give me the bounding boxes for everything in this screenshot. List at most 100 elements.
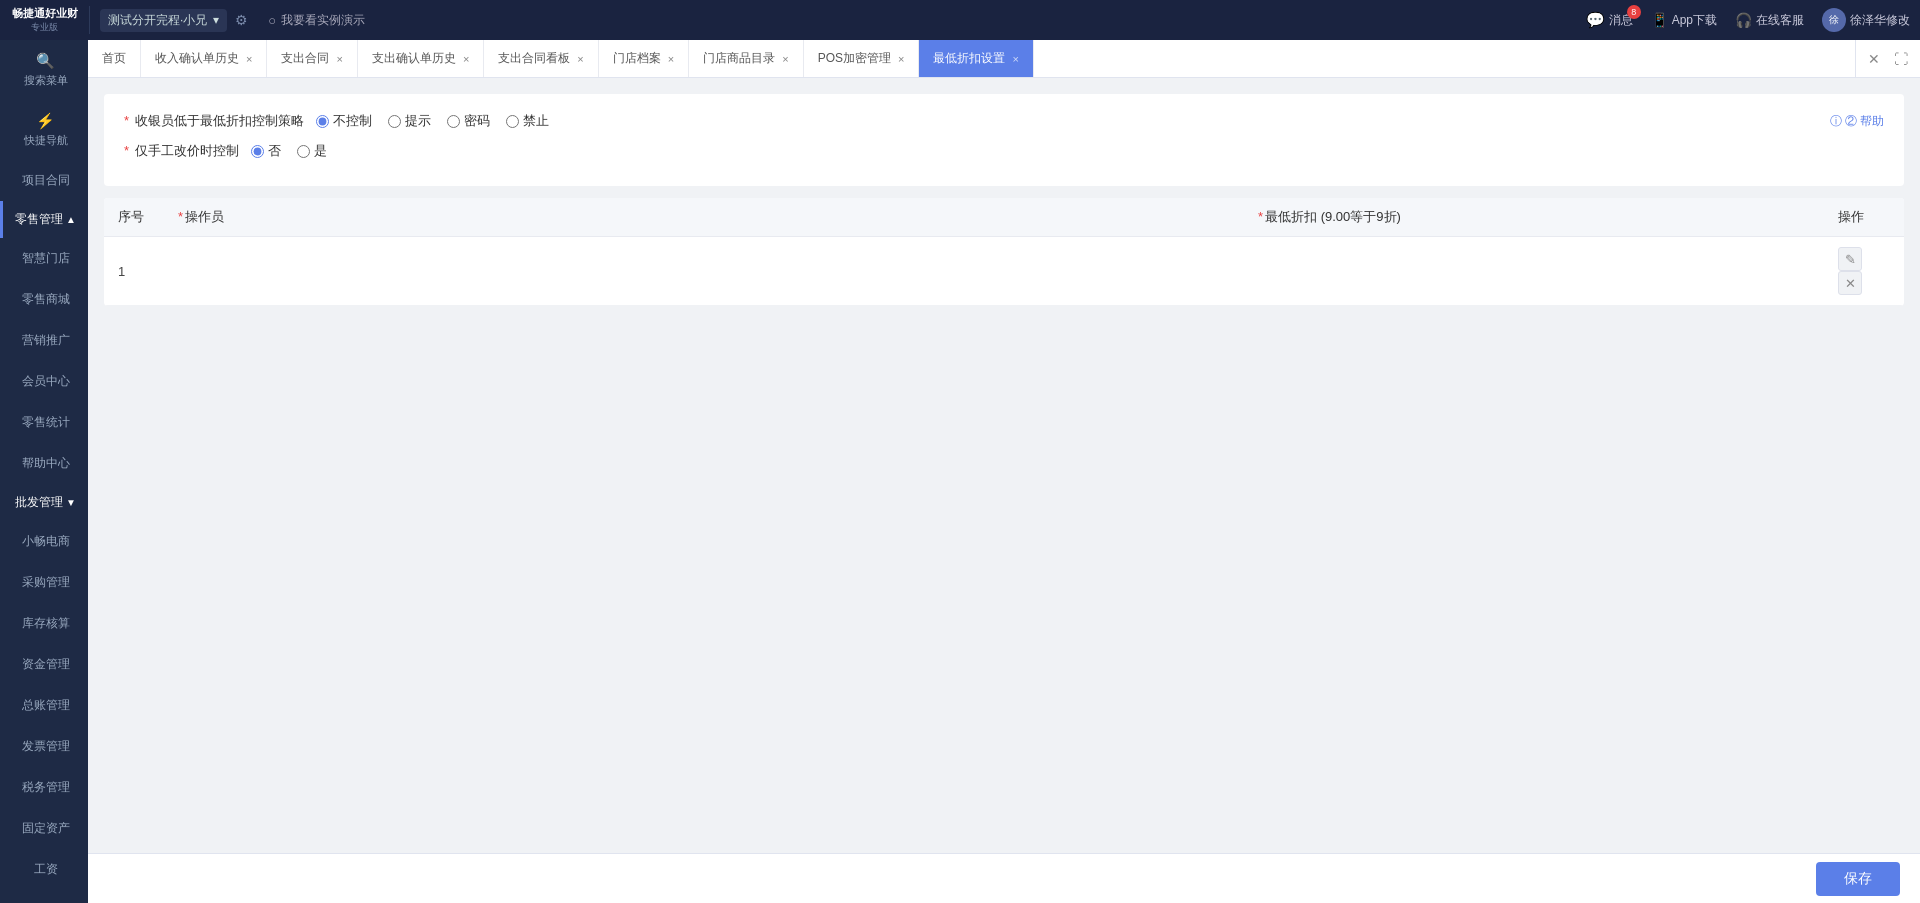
required-mark-2: * xyxy=(124,143,129,158)
message-icon: 💬 xyxy=(1586,11,1605,29)
edit-btn[interactable]: ✎ xyxy=(1838,247,1862,271)
sidebar-item-fund-mgmt[interactable]: 资金管理 xyxy=(0,644,88,685)
cell-operator xyxy=(164,237,1244,306)
cell-seq: 1 xyxy=(104,237,164,306)
radio-yes[interactable]: 是 xyxy=(297,142,327,160)
sidebar-item-retail-mgmt[interactable]: 零售管理 ▲ xyxy=(0,201,88,238)
tab-store-file-label: 门店档案 xyxy=(613,50,661,67)
sidebar-item-inventory[interactable]: 库存核算 xyxy=(0,603,88,644)
tab-store-file[interactable]: 门店档案 × xyxy=(599,40,689,77)
edition-label: 专业版 xyxy=(31,21,58,34)
save-button[interactable]: 保存 xyxy=(1816,862,1900,896)
sidebar-item-search[interactable]: 🔍 搜索菜单 xyxy=(0,40,88,100)
demo-link[interactable]: ○ 我要看实例演示 xyxy=(268,12,365,29)
sidebar-item-purchase-mgmt[interactable]: 采购管理 xyxy=(0,562,88,603)
sidebar-item-marketing[interactable]: 营销推广 xyxy=(0,320,88,361)
main-layout: 🔍 搜索菜单 ⚡ 快捷导航 项目合同 零售管理 ▲ 智慧门店 零售商城 营销推广… xyxy=(0,40,1920,903)
sidebar-item-quick-nav[interactable]: ⚡ 快捷导航 xyxy=(0,100,88,160)
app-download-btn[interactable]: 📱 App下载 xyxy=(1651,12,1717,29)
table-card: 序号 *操作员 *最低折扣 (9.00等于9折) 操作 1 xyxy=(104,198,1904,306)
radio-forbid[interactable]: 禁止 xyxy=(506,112,549,130)
table-header-row: 序号 *操作员 *最低折扣 (9.00等于9折) 操作 xyxy=(104,198,1904,237)
sidebar-item-wholesale-mgmt[interactable]: 批发管理 ▼ xyxy=(0,484,88,521)
tab-min-discount-close[interactable]: × xyxy=(1012,53,1018,65)
sidebar-gear-btn[interactable]: ⚙ xyxy=(0,890,88,903)
field2-radio-group: 否 是 xyxy=(251,142,327,160)
sidebar-item-invoice-mgmt[interactable]: 发票管理 xyxy=(0,726,88,767)
field1-radio-group: 不控制 提示 密码 禁止 xyxy=(316,112,549,130)
col-header-operator: *操作员 xyxy=(164,198,1244,237)
sidebar-item-smart-store[interactable]: 智慧门店 xyxy=(0,238,88,279)
cell-discount xyxy=(1244,237,1824,306)
sidebar-item-project-contract[interactable]: 项目合同 xyxy=(0,160,88,201)
avatar: 徐 xyxy=(1822,8,1846,32)
tab-store-catalog-close[interactable]: × xyxy=(782,53,788,65)
form-card: * 收银员低于最低折扣控制策略 不控制 提示 xyxy=(104,94,1904,186)
tab-expense-history-label: 支出确认单历史 xyxy=(372,50,456,67)
chevron-down-icon: ▾ xyxy=(213,13,219,27)
tab-income-history-label: 收入确认单历史 xyxy=(155,50,239,67)
help-icon: ⓘ xyxy=(1830,113,1842,130)
tab-expense-board-close[interactable]: × xyxy=(577,53,583,65)
logo: 畅捷通好业财 专业版 xyxy=(10,6,90,34)
tab-min-discount-label: 最低折扣设置 xyxy=(933,50,1005,67)
topbar: 畅捷通好业财 专业版 测试分开完程·小兄 ▾ ⚙ ○ 我要看实例演示 💬 消息 … xyxy=(0,0,1920,40)
cell-action: ✎ ✕ xyxy=(1824,237,1904,306)
col-header-seq: 序号 xyxy=(104,198,164,237)
content-area: 首页 收入确认单历史 × 支出合同 × 支出确认单历史 × 支出合同看板 × 门… xyxy=(88,40,1920,903)
required-mark-1: * xyxy=(124,113,129,128)
tab-income-history-close[interactable]: × xyxy=(246,53,252,65)
tab-bar: 首页 收入确认单历史 × 支出合同 × 支出确认单历史 × 支出合同看板 × 门… xyxy=(88,40,1920,78)
phone-icon: 📱 xyxy=(1651,12,1668,28)
user-profile-btn[interactable]: 徐 徐泽华修改 xyxy=(1822,8,1910,32)
tab-expense-board[interactable]: 支出合同看板 × xyxy=(484,40,598,77)
sidebar-item-ecommerce[interactable]: 小畅电商 xyxy=(0,521,88,562)
settings-icon[interactable]: ⚙ xyxy=(235,12,248,28)
sidebar-item-salary[interactable]: 工资 xyxy=(0,849,88,890)
radio-no[interactable]: 否 xyxy=(251,142,281,160)
radio-password[interactable]: 密码 xyxy=(447,112,490,130)
brand-name: 畅捷通好业财 xyxy=(12,6,78,21)
radio-remind[interactable]: 提示 xyxy=(388,112,431,130)
chevron-down-icon: ▼ xyxy=(66,497,76,508)
tab-expense-board-label: 支出合同看板 xyxy=(498,50,570,67)
tab-income-history[interactable]: 收入确认单历史 × xyxy=(141,40,267,77)
sidebar-item-ledger-mgmt[interactable]: 总账管理 xyxy=(0,685,88,726)
tab-expense-history[interactable]: 支出确认单历史 × xyxy=(358,40,484,77)
sidebar-item-fixed-assets[interactable]: 固定资产 xyxy=(0,808,88,849)
tab-expense-history-close[interactable]: × xyxy=(463,53,469,65)
delete-btn[interactable]: ✕ xyxy=(1838,271,1862,295)
tab-min-discount[interactable]: 最低折扣设置 × xyxy=(919,40,1033,77)
tab-expand-btn[interactable]: ⛶ xyxy=(1890,49,1912,69)
tab-home[interactable]: 首页 xyxy=(88,40,141,77)
sidebar-item-member-center[interactable]: 会员中心 xyxy=(0,361,88,402)
tab-close-btn[interactable]: ✕ xyxy=(1864,49,1884,69)
tab-expense-contract-close[interactable]: × xyxy=(336,53,342,65)
sidebar-item-tax-mgmt[interactable]: 税务管理 xyxy=(0,767,88,808)
circle-icon: ○ xyxy=(268,13,276,28)
tab-store-catalog[interactable]: 门店商品目录 × xyxy=(689,40,803,77)
form-row-1: * 收银员低于最低折扣控制策略 不控制 提示 xyxy=(124,112,1884,130)
field1-label: * 收银员低于最低折扣控制策略 xyxy=(124,112,304,130)
page-body: * 收银员低于最低折扣控制策略 不控制 提示 xyxy=(88,78,1920,853)
sidebar-item-retail-stats[interactable]: 零售统计 xyxy=(0,402,88,443)
sidebar-item-retail-mall[interactable]: 零售商城 xyxy=(0,279,88,320)
tab-home-label: 首页 xyxy=(102,50,126,67)
online-service-btn[interactable]: 🎧 在线客服 xyxy=(1735,12,1804,29)
project-name: 测试分开完程·小兄 xyxy=(108,12,207,29)
tab-pos-encrypt[interactable]: POS加密管理 × xyxy=(804,40,920,77)
headset-icon: 🎧 xyxy=(1735,12,1752,28)
help-link[interactable]: ⓘ ② 帮助 xyxy=(1830,113,1884,130)
sidebar-item-help-center[interactable]: 帮助中心 xyxy=(0,443,88,484)
radio-no-control[interactable]: 不控制 xyxy=(316,112,372,130)
tab-expense-contract[interactable]: 支出合同 × xyxy=(267,40,357,77)
message-badge: 8 xyxy=(1627,5,1641,19)
project-selector[interactable]: 测试分开完程·小兄 ▾ xyxy=(100,9,227,32)
quick-nav-icon: ⚡ xyxy=(36,112,55,130)
tab-expense-contract-label: 支出合同 xyxy=(281,50,329,67)
tab-controls: ✕ ⛶ xyxy=(1855,40,1920,77)
tab-store-file-close[interactable]: × xyxy=(668,53,674,65)
messages-btn[interactable]: 💬 消息 8 xyxy=(1586,11,1633,29)
sidebar: 🔍 搜索菜单 ⚡ 快捷导航 项目合同 零售管理 ▲ 智慧门店 零售商城 营销推广… xyxy=(0,40,88,903)
tab-pos-encrypt-close[interactable]: × xyxy=(898,53,904,65)
